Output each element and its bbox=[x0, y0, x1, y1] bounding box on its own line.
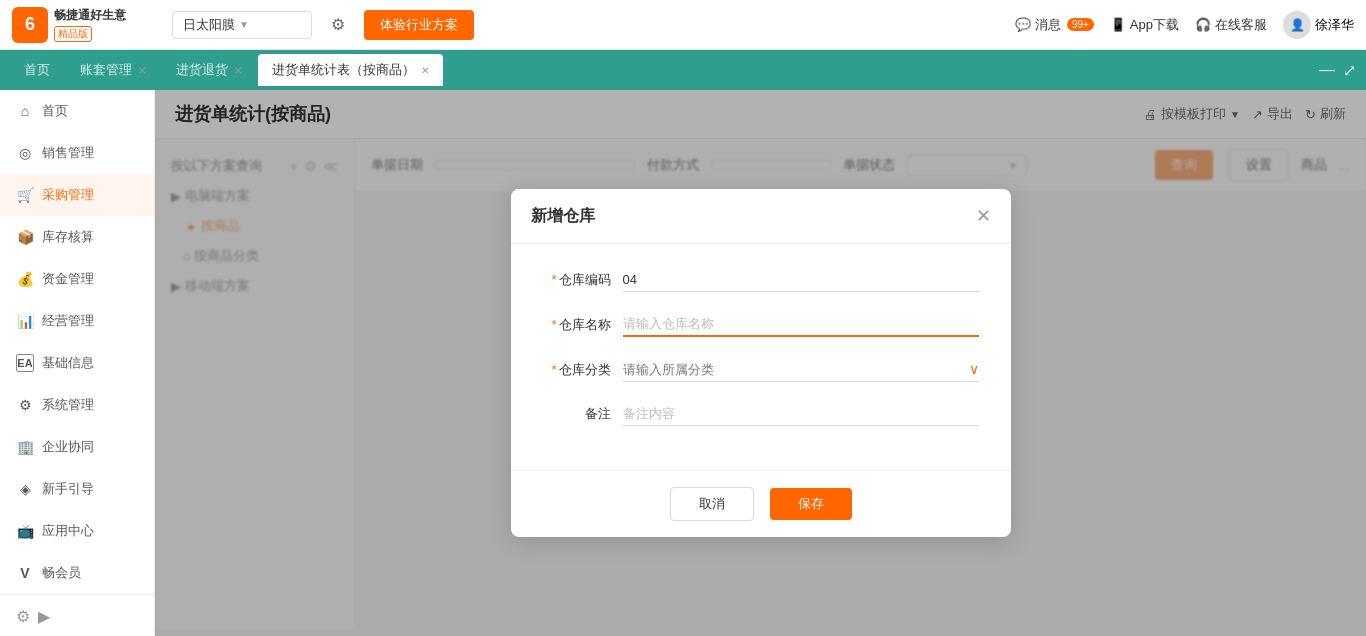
enterprise-icon: 🏢 bbox=[16, 438, 34, 456]
cancel-button[interactable]: 取消 bbox=[670, 487, 754, 521]
tab-purchase-stats[interactable]: 进货单统计表（按商品） ✕ bbox=[258, 54, 443, 86]
store-selector[interactable]: 日太阳膜 ▼ bbox=[172, 11, 312, 39]
tabs-bar: 首页 账套管理 ✕ 进货退货 ✕ 进货单统计表（按商品） ✕ — ⤢ bbox=[0, 50, 1366, 90]
tab-home[interactable]: 首页 bbox=[10, 54, 64, 86]
tab-minimize-button[interactable]: — bbox=[1319, 61, 1335, 79]
top-navigation: 6 畅捷通好生意 精品版 日太阳膜 ▼ ⚙ 体验行业方案 💬 消息 99+ 📱 … bbox=[0, 0, 1366, 50]
system-icon: ⚙ bbox=[16, 396, 34, 414]
tabs-bar-right: — ⤢ bbox=[1319, 61, 1356, 80]
avatar: 👤 bbox=[1283, 11, 1311, 39]
sidebar-item-home[interactable]: ⌂ 首页 bbox=[0, 90, 154, 132]
sidebar-item-vip[interactable]: V 畅会员 bbox=[0, 552, 154, 594]
required-mark-category: * bbox=[551, 362, 556, 377]
mobile-icon: 📱 bbox=[1110, 17, 1126, 32]
trial-button[interactable]: 体验行业方案 bbox=[364, 10, 474, 40]
app-logo-icon: 6 bbox=[12, 7, 48, 43]
app-download-nav-item[interactable]: 📱 App下载 bbox=[1110, 16, 1179, 34]
tab-purchase-return[interactable]: 进货退货 ✕ bbox=[162, 54, 256, 86]
warehouse-name-input[interactable] bbox=[623, 312, 979, 337]
modal-close-button[interactable]: ✕ bbox=[976, 205, 991, 227]
logo-area: 6 畅捷通好生意 精品版 bbox=[12, 7, 162, 43]
sidebar-item-enterprise[interactable]: 🏢 企业协同 bbox=[0, 426, 154, 468]
main-layout: ⌂ 首页 ◎ 销售管理 🛒 采购管理 📦 库存核算 💰 资金管理 📊 经营管理 … bbox=[0, 90, 1366, 636]
remark-input[interactable] bbox=[623, 402, 979, 426]
message-badge: 99+ bbox=[1067, 18, 1094, 31]
sidebar-item-system[interactable]: ⚙ 系统管理 bbox=[0, 384, 154, 426]
code-label: *仓库编码 bbox=[543, 271, 623, 289]
sidebar-item-finance[interactable]: 💰 资金管理 bbox=[0, 258, 154, 300]
headphone-icon: 🎧 bbox=[1195, 17, 1211, 32]
inventory-icon: 📦 bbox=[16, 228, 34, 246]
category-label: *仓库分类 bbox=[543, 361, 623, 379]
chevron-down-icon-select: ∨ bbox=[969, 361, 979, 377]
guide-icon: ◈ bbox=[16, 480, 34, 498]
form-row-remark: 备注 bbox=[543, 402, 979, 426]
top-nav-right: 💬 消息 99+ 📱 App下载 🎧 在线客服 👤 徐泽华 bbox=[1015, 11, 1354, 39]
name-label: *仓库名称 bbox=[543, 316, 623, 334]
sidebar-item-app-center[interactable]: 📺 应用中心 bbox=[0, 510, 154, 552]
modal-body: *仓库编码 *仓库名称 *仓库分类 bbox=[511, 244, 1011, 470]
sales-icon: ◎ bbox=[16, 144, 34, 162]
sidebar-item-inventory[interactable]: 📦 库存核算 bbox=[0, 216, 154, 258]
sidebar-item-operation[interactable]: 📊 经营管理 bbox=[0, 300, 154, 342]
basic-info-icon: EA bbox=[16, 354, 34, 372]
sidebar-expand-button[interactable]: ▶ bbox=[38, 607, 50, 626]
chevron-down-icon: ▼ bbox=[239, 19, 249, 30]
required-mark: * bbox=[551, 272, 556, 287]
edition-badge: 精品版 bbox=[54, 26, 92, 42]
sidebar: ⌂ 首页 ◎ 销售管理 🛒 采购管理 📦 库存核算 💰 资金管理 📊 经营管理 … bbox=[0, 90, 155, 636]
operation-icon: 📊 bbox=[16, 312, 34, 330]
required-mark-name: * bbox=[551, 317, 556, 332]
form-row-category: *仓库分类 ∨ bbox=[543, 357, 979, 382]
remark-label: 备注 bbox=[543, 405, 623, 423]
modal-footer: 取消 保存 bbox=[511, 470, 1011, 537]
modal-title: 新增仓库 bbox=[531, 206, 595, 227]
finance-icon: 💰 bbox=[16, 270, 34, 288]
category-select-wrapper[interactable]: ∨ bbox=[623, 357, 979, 382]
gear-icon: ⚙ bbox=[331, 15, 345, 34]
content-area: 进货单统计(按商品) 🖨 按模板打印 ▼ ↗ 导出 ↻ 刷新 bbox=[155, 90, 1366, 636]
home-icon: ⌂ bbox=[16, 102, 34, 120]
sidebar-item-sales[interactable]: ◎ 销售管理 bbox=[0, 132, 154, 174]
form-row-code: *仓库编码 bbox=[543, 268, 979, 292]
sidebar-item-purchase[interactable]: 🛒 采购管理 bbox=[0, 174, 154, 216]
close-icon[interactable]: ✕ bbox=[421, 65, 429, 76]
form-row-name: *仓库名称 bbox=[543, 312, 979, 337]
app-center-icon: 📺 bbox=[16, 522, 34, 540]
category-input[interactable] bbox=[623, 362, 969, 377]
warehouse-code-input[interactable] bbox=[623, 268, 979, 292]
purchase-icon: 🛒 bbox=[16, 186, 34, 204]
sidebar-bottom: ⚙ ▶ bbox=[0, 594, 154, 636]
modal-overlay: 新增仓库 ✕ *仓库编码 *仓库名称 bbox=[155, 90, 1366, 636]
logo-text: 畅捷通好生意 精品版 bbox=[54, 7, 126, 42]
tab-maximize-button[interactable]: ⤢ bbox=[1343, 61, 1356, 80]
tab-account[interactable]: 账套管理 ✕ bbox=[66, 54, 160, 86]
close-icon[interactable]: ✕ bbox=[234, 65, 242, 76]
sidebar-item-basic[interactable]: EA 基础信息 bbox=[0, 342, 154, 384]
sidebar-collapse-button[interactable]: ⚙ bbox=[16, 607, 30, 626]
message-nav-item[interactable]: 💬 消息 99+ bbox=[1015, 16, 1094, 34]
message-icon: 💬 bbox=[1015, 17, 1031, 32]
save-button[interactable]: 保存 bbox=[770, 488, 852, 520]
add-warehouse-modal: 新增仓库 ✕ *仓库编码 *仓库名称 bbox=[511, 189, 1011, 537]
user-avatar-area[interactable]: 👤 徐泽华 bbox=[1283, 11, 1354, 39]
modal-header: 新增仓库 ✕ bbox=[511, 189, 1011, 244]
online-service-nav-item[interactable]: 🎧 在线客服 bbox=[1195, 16, 1267, 34]
sidebar-item-guide[interactable]: ◈ 新手引导 bbox=[0, 468, 154, 510]
close-icon[interactable]: ✕ bbox=[138, 65, 146, 76]
settings-gear-button[interactable]: ⚙ bbox=[322, 9, 354, 41]
vip-icon: V bbox=[16, 564, 34, 582]
